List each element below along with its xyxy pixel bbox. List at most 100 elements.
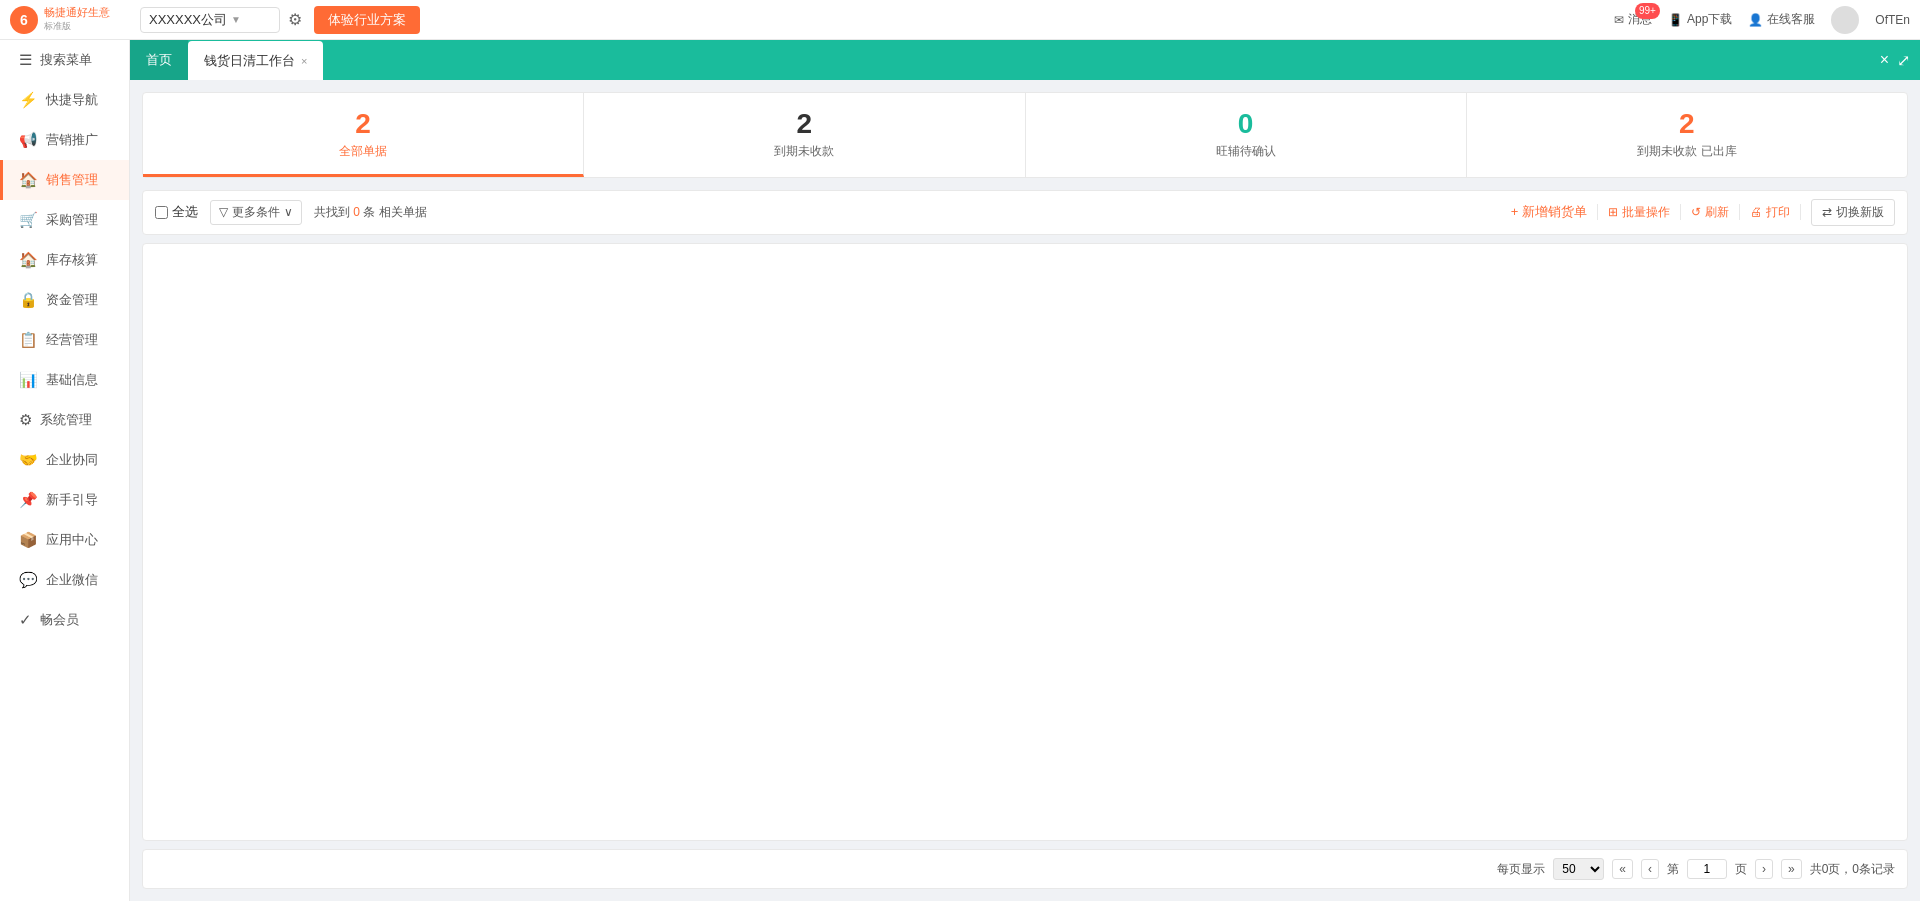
batch-operation-button[interactable]: ⊞ 批量操作: [1608, 204, 1670, 221]
first-page-button[interactable]: «: [1612, 859, 1633, 879]
message-badge: 99+: [1635, 3, 1660, 19]
sidebar-item-finance[interactable]: 🔒 资金管理: [0, 280, 129, 320]
total-text: 共0页，0条记录: [1810, 861, 1895, 878]
online-service-label: 在线客服: [1767, 11, 1815, 28]
sidebar-item-purchase[interactable]: 🛒 采购管理: [0, 200, 129, 240]
sidebar-item-inventory[interactable]: 🏠 库存核算: [0, 240, 129, 280]
stat-card-all[interactable]: 2 全部单据: [143, 93, 584, 177]
sidebar-label-search-menu: 搜索菜单: [40, 51, 92, 69]
online-service-button[interactable]: 👤 在线客服: [1748, 11, 1815, 28]
top-header: 6 畅捷通好生意 标准版 XXXXXX公司 ▼ ⚙ 体验行业方案 ✉ 消息 99…: [0, 0, 1920, 40]
sidebar-item-quick-nav[interactable]: ⚡ 快捷导航: [0, 80, 129, 120]
sidebar-label-member: 畅会员: [40, 611, 79, 629]
sidebar-item-system[interactable]: ⚙ 系统管理: [0, 400, 129, 440]
wechat-icon: 💬: [19, 571, 38, 589]
tab-maximize-icon[interactable]: ⤢: [1897, 51, 1910, 70]
sidebar-label-finance: 资金管理: [46, 291, 98, 309]
refresh-icon: ↺: [1691, 205, 1701, 219]
select-all-checkbox[interactable]: 全选: [155, 203, 198, 221]
company-name: XXXXXX公司: [149, 11, 227, 29]
app-center-icon: 📦: [19, 531, 38, 549]
sidebar-item-search-menu[interactable]: ☰ 搜索菜单: [0, 40, 129, 80]
stat-card-overdue-out[interactable]: 2 到期未收款 已出库: [1467, 93, 1907, 177]
select-all-input[interactable]: [155, 206, 168, 219]
stat-label-overdue: 到期未收款: [604, 143, 1004, 160]
avatar[interactable]: [1831, 6, 1859, 34]
per-page-label: 每页显示: [1497, 861, 1545, 878]
print-icon: 🖨: [1750, 205, 1762, 219]
divider4: [1800, 204, 1801, 220]
sidebar-item-member[interactable]: ✓ 畅会员: [0, 600, 129, 640]
system-icon: ⚙: [19, 411, 32, 429]
switch-version-button[interactable]: ⇄ 切换新版: [1811, 199, 1895, 226]
logo-icon: 6: [10, 6, 38, 34]
message-button[interactable]: ✉ 消息 99+: [1614, 11, 1652, 28]
sidebar-label-sales: 销售管理: [46, 171, 98, 189]
stat-number-all: 2: [163, 107, 563, 141]
batch-icon: ⊞: [1608, 205, 1618, 219]
sidebar-label-quick-nav: 快捷导航: [46, 91, 98, 109]
print-button[interactable]: 🖨 打印: [1750, 204, 1790, 221]
sidebar-item-marketing[interactable]: 📢 营销推广: [0, 120, 129, 160]
stat-card-wangwang[interactable]: 0 旺辅待确认: [1026, 93, 1467, 177]
tab-minimize-icon[interactable]: ×: [1880, 51, 1889, 69]
print-label: 打印: [1766, 204, 1790, 221]
tab-bar: 首页 钱货日清工作台 × × ⤢: [130, 40, 1920, 80]
tab-workbench[interactable]: 钱货日清工作台 ×: [188, 41, 323, 81]
base-info-icon: 📊: [19, 371, 38, 389]
marketing-icon: 📢: [19, 131, 38, 149]
found-suffix: 条 相关单据: [363, 205, 426, 219]
divider: [1597, 204, 1598, 220]
logo-area: 6 畅捷通好生意 标准版: [10, 6, 140, 34]
sidebar-label-system: 系统管理: [40, 411, 92, 429]
page-suffix: 页: [1735, 861, 1747, 878]
more-conditions-label: 更多条件: [232, 204, 280, 221]
tab-bar-actions: × ⤢: [1880, 51, 1920, 70]
app-download-button[interactable]: 📱 App下载: [1668, 11, 1732, 28]
next-page-button[interactable]: ›: [1755, 859, 1773, 879]
found-count: 0: [353, 205, 360, 219]
tab-close-icon[interactable]: ×: [301, 55, 307, 67]
stat-number-wangwang: 0: [1046, 107, 1446, 141]
current-page-input[interactable]: [1687, 859, 1727, 879]
download-icon: 📱: [1668, 13, 1683, 27]
sidebar-item-enterprise[interactable]: 🤝 企业协同: [0, 440, 129, 480]
prev-page-button[interactable]: ‹: [1641, 859, 1659, 879]
sidebar-item-base-info[interactable]: 📊 基础信息: [0, 360, 129, 400]
sidebar-item-sales[interactable]: 🏠 销售管理: [0, 160, 129, 200]
refresh-button[interactable]: ↺ 刷新: [1691, 204, 1729, 221]
stats-row: 2 全部单据 2 到期未收款 0 旺辅待确认 2 到期未收款 已出库: [142, 92, 1908, 178]
pagination-bar: 每页显示 50 20 100 « ‹ 第 页 › » 共0页，0条记录: [142, 849, 1908, 889]
company-selector[interactable]: XXXXXX公司 ▼: [140, 7, 280, 33]
tab-workbench-label: 钱货日清工作台: [204, 52, 295, 70]
table-empty: [143, 244, 1907, 840]
sidebar-item-app-center[interactable]: 📦 应用中心: [0, 520, 129, 560]
stat-label-wangwang: 旺辅待确认: [1046, 143, 1446, 160]
stat-number-overdue-out: 2: [1487, 107, 1887, 141]
page-label: 第: [1667, 861, 1679, 878]
select-all-label: 全选: [172, 203, 198, 221]
try-industry-button[interactable]: 体验行业方案: [314, 6, 420, 34]
header-right: ✉ 消息 99+ 📱 App下载 👤 在线客服 OfTEn: [1614, 6, 1910, 34]
last-page-button[interactable]: »: [1781, 859, 1802, 879]
sidebar-label-marketing: 营销推广: [46, 131, 98, 149]
refresh-label: 刷新: [1705, 204, 1729, 221]
quick-nav-icon: ⚡: [19, 91, 38, 109]
sidebar-label-operation: 经营管理: [46, 331, 98, 349]
add-sale-order-button[interactable]: + 新增销货单: [1511, 203, 1587, 221]
tab-home[interactable]: 首页: [130, 40, 188, 80]
logo-sub: 标准版: [44, 20, 110, 33]
sidebar-item-guide[interactable]: 📌 新手引导: [0, 480, 129, 520]
stat-label-all: 全部单据: [163, 143, 563, 160]
member-icon: ✓: [19, 611, 32, 629]
table-area: [142, 243, 1908, 841]
sidebar-item-operation[interactable]: 📋 经营管理: [0, 320, 129, 360]
per-page-select[interactable]: 50 20 100: [1553, 858, 1604, 880]
sidebar: ☰ 搜索菜单 ⚡ 快捷导航 📢 营销推广 🏠 销售管理 🛒 采购管理 🏠 库存核…: [0, 40, 130, 901]
stat-number-overdue: 2: [604, 107, 1004, 141]
stat-card-overdue[interactable]: 2 到期未收款: [584, 93, 1025, 177]
user-name: OfTEn: [1875, 13, 1910, 27]
sidebar-item-wechat[interactable]: 💬 企业微信: [0, 560, 129, 600]
more-conditions-button[interactable]: ▽ 更多条件 ∨: [210, 200, 302, 225]
settings-icon[interactable]: ⚙: [288, 10, 302, 29]
